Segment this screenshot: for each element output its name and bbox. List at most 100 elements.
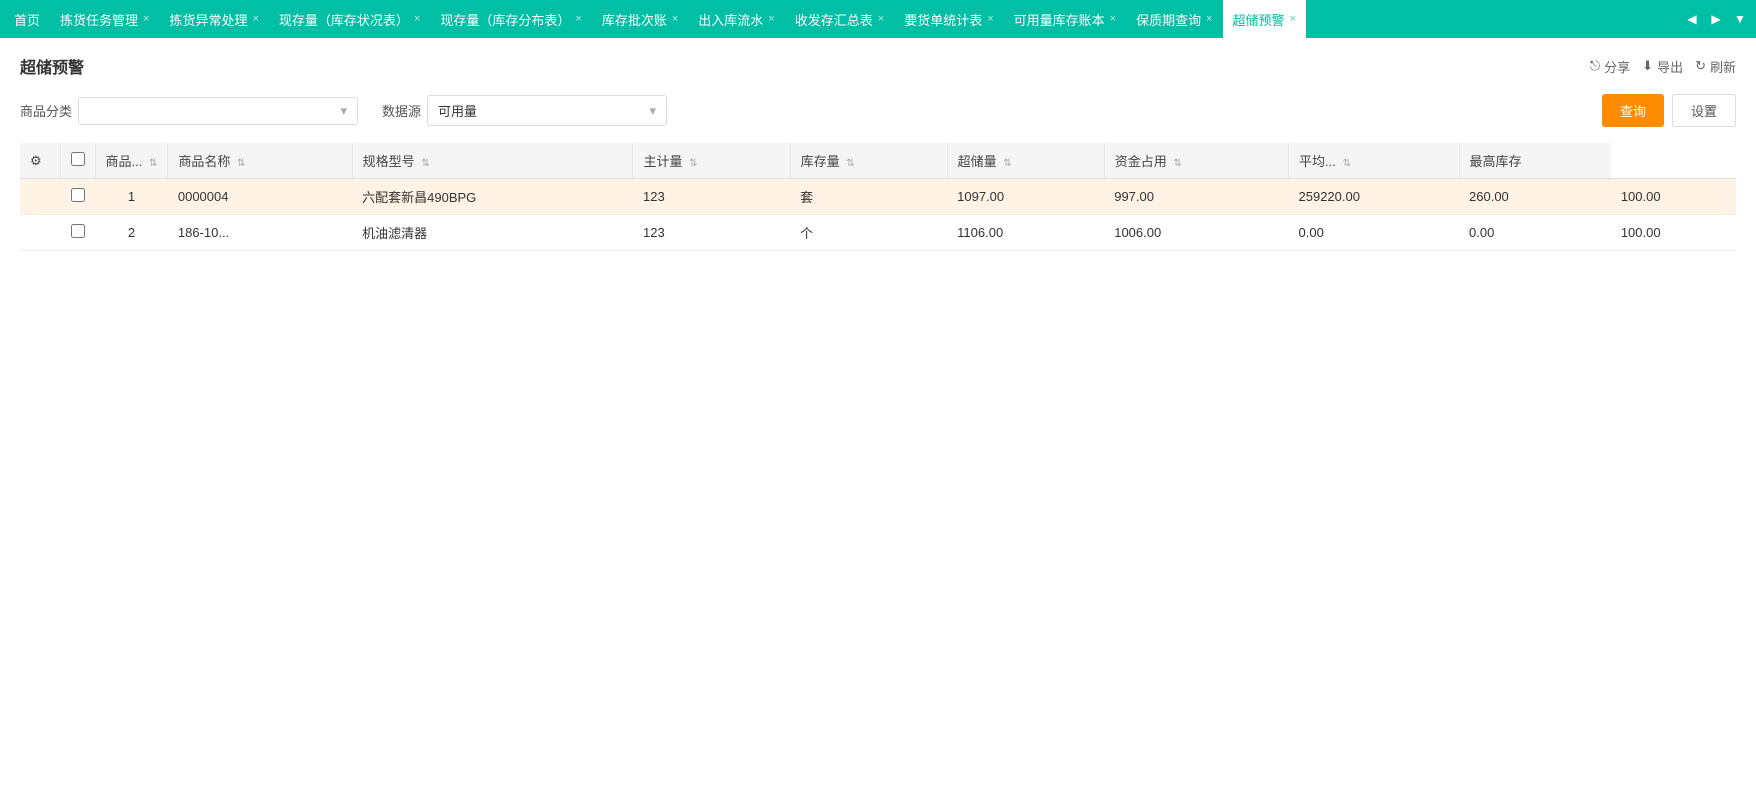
nav-prev-button[interactable]: ◀ bbox=[1680, 0, 1704, 38]
th-overstock[interactable]: 超储量 ⇅ bbox=[947, 143, 1104, 179]
close-icon[interactable]: × bbox=[1206, 13, 1212, 25]
nav-item-task[interactable]: 拣货任务管理 × bbox=[50, 0, 159, 38]
toolbar-right: ⎋ 分享 ⬇ 导出 ↻ 刷新 bbox=[1590, 57, 1736, 76]
sort-icon: ⇅ bbox=[421, 158, 429, 169]
filter-row: 商品分类 ▾ 数据源 可用量 ▾ 查询 设置 bbox=[20, 94, 1736, 127]
row-overstock: 1006.00 bbox=[1104, 215, 1288, 251]
nav-more-button[interactable]: ▼ bbox=[1728, 0, 1752, 38]
refresh-button[interactable]: ↻ 刷新 bbox=[1695, 57, 1736, 76]
close-icon[interactable]: × bbox=[878, 13, 884, 25]
sort-icon: ⇅ bbox=[149, 158, 157, 169]
row-max-stock: 100.00 bbox=[1611, 179, 1736, 215]
nav-next-button[interactable]: ▶ bbox=[1704, 0, 1728, 38]
chevron-down-icon: ▾ bbox=[650, 103, 657, 119]
th-product-name[interactable]: 商品名称 ⇅ bbox=[168, 143, 352, 179]
datasource-select-value: 可用量 bbox=[438, 101, 477, 120]
share-icon: ⎋ bbox=[1590, 58, 1600, 74]
close-icon[interactable]: × bbox=[575, 13, 581, 25]
data-table: ⚙ 商品... ⇅ 商品名称 ⇅ 规格型号 ⇅ 主计量 bbox=[20, 143, 1736, 251]
close-icon[interactable]: × bbox=[672, 13, 678, 25]
close-icon[interactable]: × bbox=[143, 13, 149, 25]
table-header-row: ⚙ 商品... ⇅ 商品名称 ⇅ 规格型号 ⇅ 主计量 bbox=[20, 143, 1736, 179]
th-capital[interactable]: 资金占用 ⇅ bbox=[1104, 143, 1288, 179]
row-unit: 个 bbox=[790, 215, 947, 251]
nav-item-stock-dist[interactable]: 现存量（库存分布表） × bbox=[430, 0, 591, 38]
row-avg: 260.00 bbox=[1459, 179, 1611, 215]
row-unit: 套 bbox=[790, 179, 947, 215]
th-stock[interactable]: 库存量 ⇅ bbox=[790, 143, 947, 179]
nav-item-summary[interactable]: 收发存汇总表 × bbox=[785, 0, 894, 38]
row-capital: 259220.00 bbox=[1289, 179, 1460, 215]
share-button[interactable]: ⎋ 分享 bbox=[1590, 57, 1630, 76]
row-avg: 0.00 bbox=[1459, 215, 1611, 251]
th-max-stock[interactable]: 最高库存 bbox=[1459, 143, 1611, 179]
datasource-label: 数据源 bbox=[382, 101, 421, 120]
nav-item-available[interactable]: 可用量库存账本 × bbox=[1004, 0, 1126, 38]
sort-icon: ⇅ bbox=[1173, 158, 1181, 169]
row-product-code: 0000004 bbox=[168, 179, 352, 215]
category-select[interactable]: ▾ bbox=[78, 97, 358, 125]
row-num: 1 bbox=[95, 179, 168, 215]
row-stock: 1106.00 bbox=[947, 215, 1104, 251]
page-title-row: 超储预警 ⎋ 分享 ⬇ 导出 ↻ 刷新 bbox=[20, 54, 1736, 78]
sort-icon: ⇅ bbox=[846, 158, 854, 169]
sort-icon: ⇅ bbox=[237, 158, 245, 169]
close-icon[interactable]: × bbox=[252, 13, 258, 25]
nav-arrows: ◀ ▶ ▼ bbox=[1680, 0, 1752, 38]
close-icon[interactable]: × bbox=[414, 13, 420, 25]
row-capital: 0.00 bbox=[1289, 215, 1460, 251]
nav-item-batch[interactable]: 库存批次账 × bbox=[592, 0, 688, 38]
filter-actions: 查询 设置 bbox=[1602, 94, 1736, 127]
th-spec[interactable]: 规格型号 ⇅ bbox=[352, 143, 633, 179]
nav-item-order-stat[interactable]: 要货单统计表 × bbox=[894, 0, 1003, 38]
table-row: 1 0000004 六配套新昌490BPG 123 套 1097.00 997.… bbox=[20, 179, 1736, 215]
datasource-filter: 数据源 可用量 ▾ bbox=[382, 95, 667, 126]
nav-item-stock-status[interactable]: 现存量（库存状况表） × bbox=[269, 0, 430, 38]
nav-item-home[interactable]: 首页 bbox=[4, 0, 50, 38]
page-title: 超储预警 bbox=[20, 54, 84, 78]
row-product-name: 机油滤清器 bbox=[352, 215, 633, 251]
th-avg[interactable]: 平均... ⇅ bbox=[1289, 143, 1460, 179]
row-stock: 1097.00 bbox=[947, 179, 1104, 215]
row-overstock: 997.00 bbox=[1104, 179, 1288, 215]
row-product-name: 六配套新昌490BPG bbox=[352, 179, 633, 215]
sort-icon: ⇅ bbox=[689, 158, 697, 169]
settings-button[interactable]: 设置 bbox=[1672, 94, 1736, 127]
checkbox-col-header[interactable] bbox=[60, 143, 95, 179]
row-max-stock: 100.00 bbox=[1611, 215, 1736, 251]
nav-item-inout[interactable]: 出入库流水 × bbox=[688, 0, 784, 38]
row-product-code: 186-10... bbox=[168, 215, 352, 251]
select-all-checkbox[interactable] bbox=[71, 152, 85, 166]
export-button[interactable]: ⬇ 导出 bbox=[1642, 57, 1683, 76]
sort-icon: ⇅ bbox=[1342, 158, 1350, 169]
category-filter: 商品分类 ▾ bbox=[20, 97, 358, 125]
top-nav: 首页 拣货任务管理 × 拣货异常处理 × 现存量（库存状况表） × 现存量（库存… bbox=[0, 0, 1756, 38]
page-content: 超储预警 ⎋ 分享 ⬇ 导出 ↻ 刷新 商品分类 ▾ 数据源 bbox=[0, 38, 1756, 267]
row-spec: 123 bbox=[633, 179, 790, 215]
datasource-select[interactable]: 可用量 ▾ bbox=[427, 95, 667, 126]
row-checkbox[interactable] bbox=[71, 188, 85, 202]
row-checkbox-cell[interactable] bbox=[60, 179, 95, 215]
row-settings-cell bbox=[20, 179, 60, 215]
row-settings-cell bbox=[20, 215, 60, 251]
gear-icon: ⚙ bbox=[30, 153, 42, 168]
th-product-code[interactable]: 商品... ⇅ bbox=[95, 143, 168, 179]
nav-item-exception[interactable]: 拣货异常处理 × bbox=[159, 0, 268, 38]
export-icon: ⬇ bbox=[1642, 58, 1653, 74]
table-row: 2 186-10... 机油滤清器 123 个 1106.00 1006.00 … bbox=[20, 215, 1736, 251]
close-icon[interactable]: × bbox=[987, 13, 993, 25]
th-unit[interactable]: 主计量 ⇅ bbox=[633, 143, 790, 179]
row-checkbox-cell[interactable] bbox=[60, 215, 95, 251]
close-icon[interactable]: × bbox=[768, 13, 774, 25]
close-icon[interactable]: × bbox=[1110, 13, 1116, 25]
nav-item-expiry[interactable]: 保质期查询 × bbox=[1126, 0, 1222, 38]
row-checkbox[interactable] bbox=[71, 224, 85, 238]
settings-col-header[interactable]: ⚙ bbox=[20, 143, 60, 179]
refresh-icon: ↻ bbox=[1695, 58, 1706, 74]
sort-icon: ⇅ bbox=[1003, 158, 1011, 169]
close-icon[interactable]: × bbox=[1290, 13, 1296, 25]
row-spec: 123 bbox=[633, 215, 790, 251]
nav-item-overstock[interactable]: 超储预警 × bbox=[1223, 0, 1306, 38]
query-button[interactable]: 查询 bbox=[1602, 94, 1664, 127]
chevron-down-icon: ▾ bbox=[340, 103, 347, 119]
